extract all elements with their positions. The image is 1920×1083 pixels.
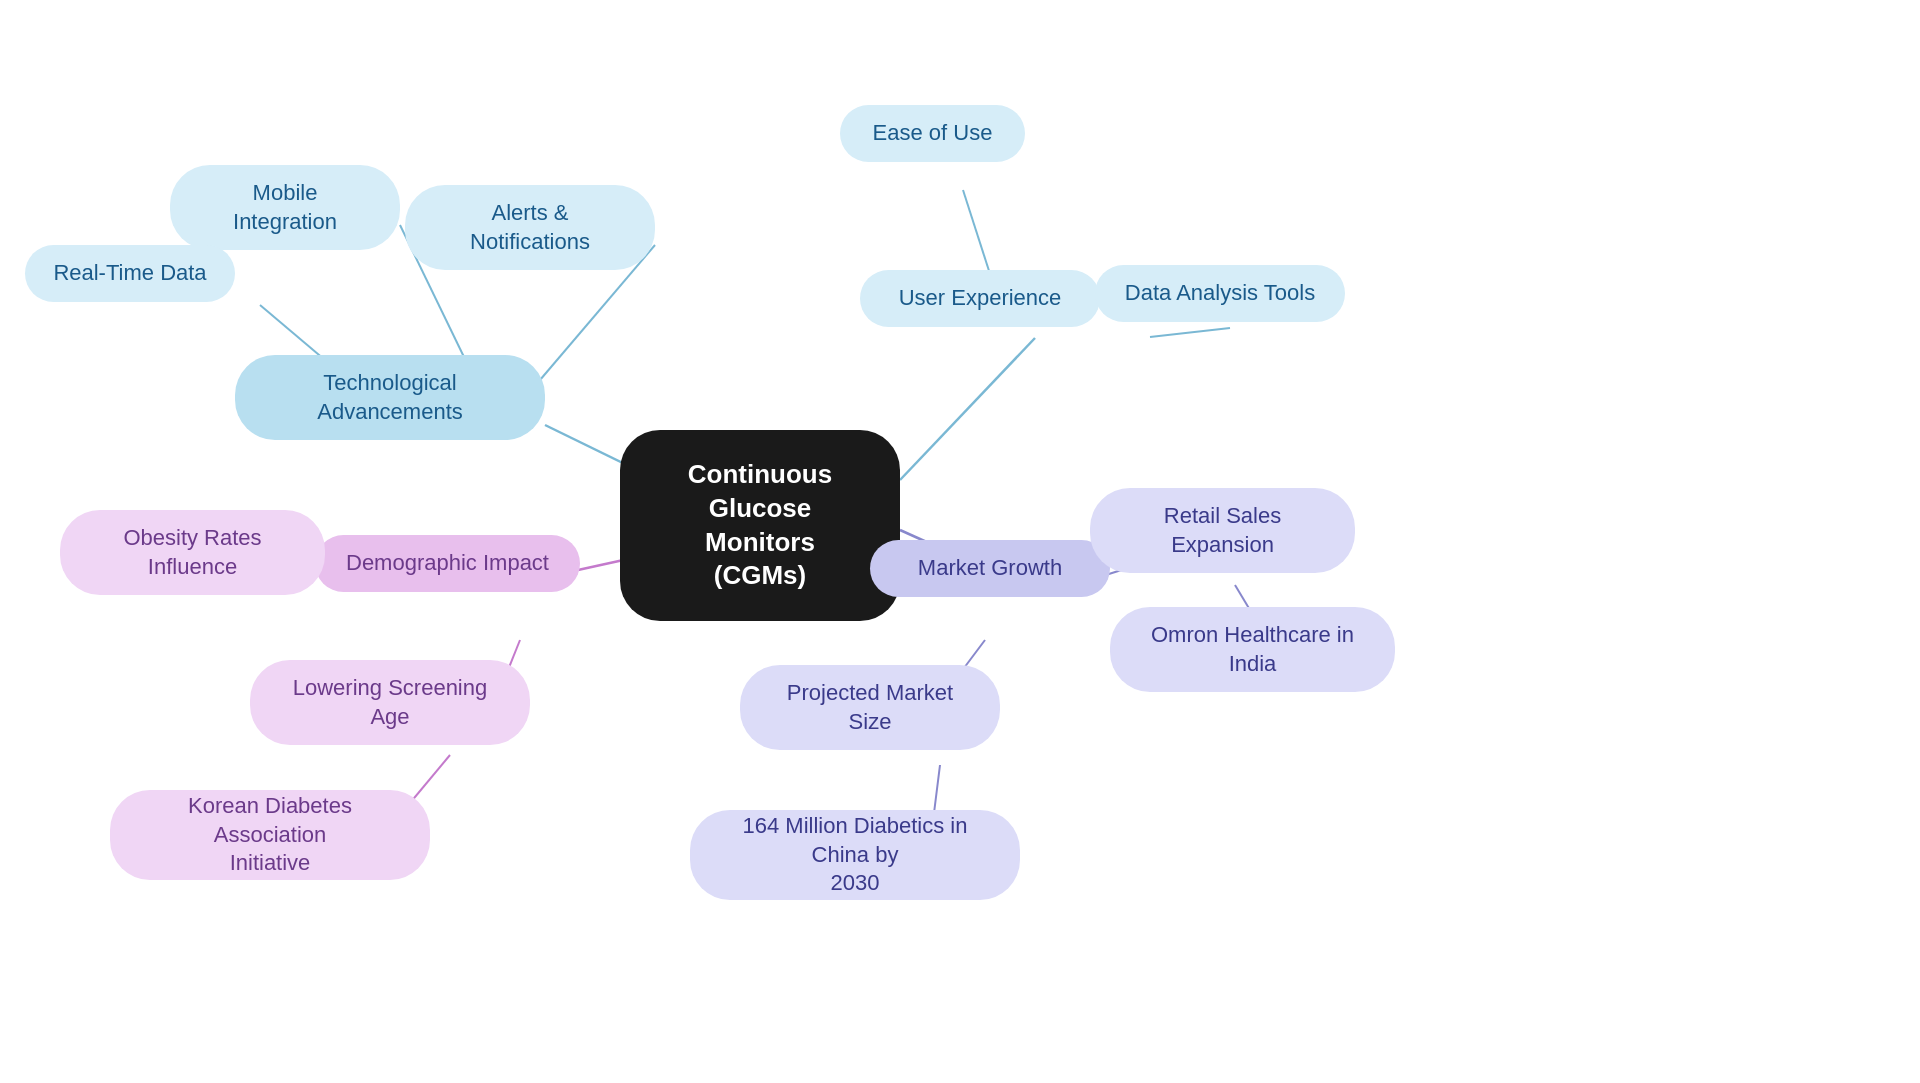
user-experience-node: User Experience (860, 270, 1100, 327)
china-diabetics-node: 164 Million Diabetics in China by 2030 (690, 810, 1020, 900)
projected-market-size-node: Projected Market Size (740, 665, 1000, 750)
korean-diabetes-node: Korean Diabetes Association Initiative (110, 790, 430, 880)
retail-sales-node: Retail Sales Expansion (1090, 488, 1355, 573)
real-time-data-node: Real-Time Data (25, 245, 235, 302)
alerts-notifications-node: Alerts & Notifications (405, 185, 655, 270)
omron-healthcare-node: Omron Healthcare in India (1110, 607, 1395, 692)
center-node: Continuous Glucose Monitors (CGMs) (620, 430, 900, 621)
lowering-screening-age-node: Lowering Screening Age (250, 660, 530, 745)
market-growth-node: Market Growth (870, 540, 1110, 597)
mobile-integration-node: Mobile Integration (170, 165, 400, 250)
ease-of-use-node: Ease of Use (840, 105, 1025, 162)
svg-line-6 (1150, 328, 1230, 337)
svg-line-4 (900, 338, 1035, 480)
data-analysis-tools-node: Data Analysis Tools (1095, 265, 1345, 322)
demographic-impact-node: Demographic Impact (315, 535, 580, 592)
obesity-rates-node: Obesity Rates Influence (60, 510, 325, 595)
tech-advancements-node: Technological Advancements (235, 355, 545, 440)
mindmap-container: Continuous Glucose Monitors (CGMs) Techn… (0, 0, 1920, 1083)
